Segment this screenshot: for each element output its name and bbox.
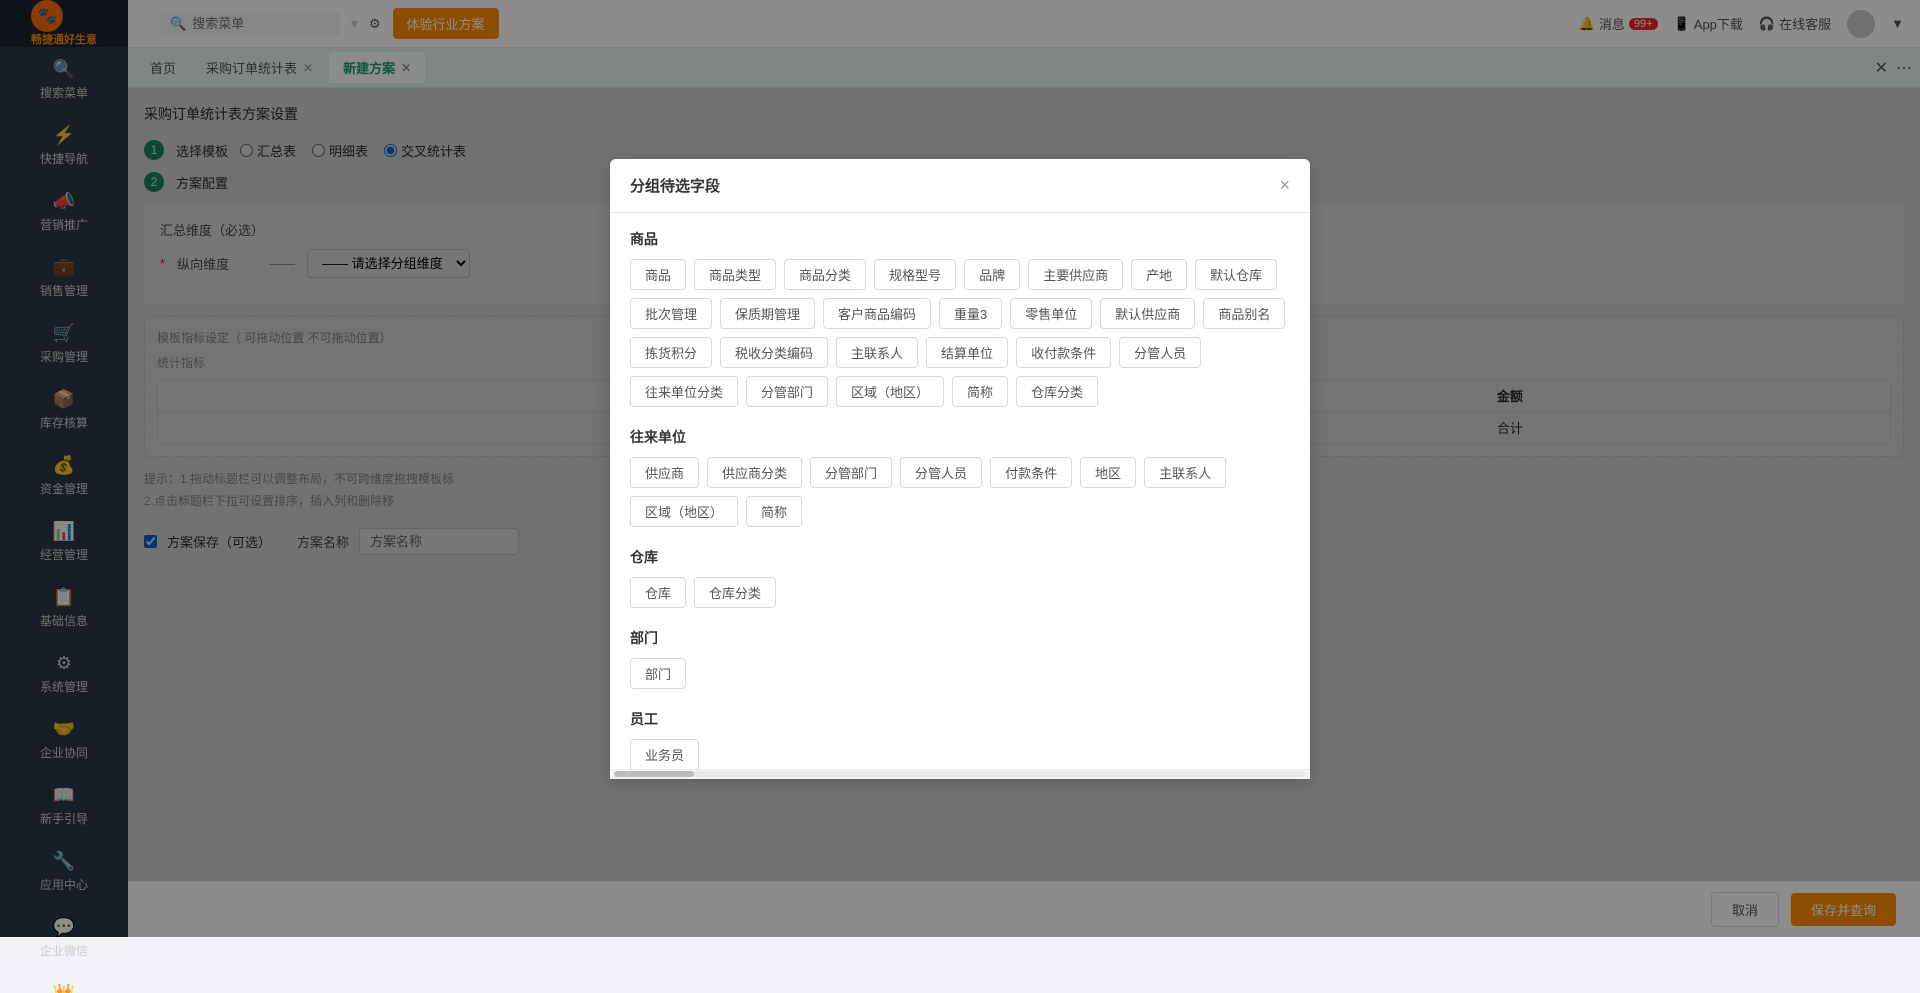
- field-tag-0-18[interactable]: 结算单位: [926, 337, 1008, 368]
- field-tag-0-15[interactable]: 拣货积分: [630, 337, 712, 368]
- field-group-2: 仓库仓库仓库分类: [630, 547, 1290, 608]
- field-tag-0-10[interactable]: 客户商品编码: [823, 298, 931, 329]
- field-tag-1-4[interactable]: 付款条件: [990, 457, 1072, 488]
- field-tags-4: 业务员: [630, 739, 1290, 769]
- hscroll-thumb: [614, 771, 694, 777]
- field-tag-0-9[interactable]: 保质期管理: [720, 298, 815, 329]
- field-tag-0-16[interactable]: 税收分类编码: [720, 337, 828, 368]
- field-tag-0-19[interactable]: 收付款条件: [1016, 337, 1111, 368]
- modal-body[interactable]: 商品商品商品类型商品分类规格型号品牌主要供应商产地默认仓库批次管理保质期管理客户…: [610, 213, 1310, 769]
- field-tags-2: 仓库仓库分类: [630, 577, 1290, 608]
- field-tag-0-17[interactable]: 主联系人: [836, 337, 918, 368]
- field-tag-1-8[interactable]: 简称: [746, 496, 802, 527]
- field-tag-0-24[interactable]: 简称: [952, 376, 1008, 407]
- field-group-title-0: 商品: [630, 229, 1290, 249]
- field-tag-3-0[interactable]: 部门: [630, 658, 686, 689]
- field-tag-0-23[interactable]: 区域（地区）: [836, 376, 944, 407]
- field-group-title-2: 仓库: [630, 547, 1290, 567]
- field-group-title-4: 员工: [630, 709, 1290, 729]
- modal-overlay: 分组待选字段 × 商品商品商品类型商品分类规格型号品牌主要供应商产地默认仓库批次…: [0, 0, 1920, 937]
- field-tag-0-8[interactable]: 批次管理: [630, 298, 712, 329]
- field-group-3: 部门部门: [630, 628, 1290, 689]
- field-tags-0: 商品商品类型商品分类规格型号品牌主要供应商产地默认仓库批次管理保质期管理客户商品…: [630, 259, 1290, 407]
- field-tag-1-6[interactable]: 主联系人: [1144, 457, 1226, 488]
- field-tag-0-11[interactable]: 重量3: [939, 298, 1002, 329]
- field-tag-0-1[interactable]: 商品类型: [694, 259, 776, 290]
- field-tag-1-0[interactable]: 供应商: [630, 457, 699, 488]
- field-group-4: 员工业务员: [630, 709, 1290, 769]
- modal-title: 分组待选字段: [630, 175, 720, 196]
- field-tags-3: 部门: [630, 658, 1290, 689]
- field-tag-0-2[interactable]: 商品分类: [784, 259, 866, 290]
- field-tag-0-25[interactable]: 仓库分类: [1016, 376, 1098, 407]
- modal-header: 分组待选字段 ×: [610, 159, 1310, 213]
- field-tag-1-7[interactable]: 区域（地区）: [630, 496, 738, 527]
- field-tag-0-4[interactable]: 品牌: [964, 259, 1020, 290]
- field-tag-0-6[interactable]: 产地: [1131, 259, 1187, 290]
- field-tag-0-5[interactable]: 主要供应商: [1028, 259, 1123, 290]
- field-tag-1-2[interactable]: 分管部门: [810, 457, 892, 488]
- modal-close-button[interactable]: ×: [1279, 175, 1290, 196]
- field-tag-1-5[interactable]: 地区: [1080, 457, 1136, 488]
- field-tag-0-14[interactable]: 商品别名: [1203, 298, 1285, 329]
- hscroll-track: [614, 771, 1306, 777]
- field-group-0: 商品商品商品类型商品分类规格型号品牌主要供应商产地默认仓库批次管理保质期管理客户…: [630, 229, 1290, 407]
- field-tag-0-12[interactable]: 零售单位: [1010, 298, 1092, 329]
- field-tag-0-3[interactable]: 规格型号: [874, 259, 956, 290]
- field-tag-0-21[interactable]: 往来单位分类: [630, 376, 738, 407]
- modal-hscrollbar[interactable]: [610, 769, 1310, 779]
- field-group-title-1: 往来单位: [630, 427, 1290, 447]
- field-tags-1: 供应商供应商分类分管部门分管人员付款条件地区主联系人区域（地区） 简称: [630, 457, 1290, 527]
- field-tag-0-22[interactable]: 分管部门: [746, 376, 828, 407]
- field-group-1: 往来单位供应商供应商分类分管部门分管人员付款条件地区主联系人区域（地区） 简称: [630, 427, 1290, 527]
- field-tag-2-0[interactable]: 仓库: [630, 577, 686, 608]
- modal: 分组待选字段 × 商品商品商品类型商品分类规格型号品牌主要供应商产地默认仓库批次…: [610, 159, 1310, 779]
- field-tag-2-1[interactable]: 仓库分类: [694, 577, 776, 608]
- field-tag-4-0[interactable]: 业务员: [630, 739, 699, 769]
- field-tag-0-0[interactable]: 商品: [630, 259, 686, 290]
- field-tag-1-1[interactable]: 供应商分类: [707, 457, 802, 488]
- field-group-title-3: 部门: [630, 628, 1290, 648]
- field-tag-0-7[interactable]: 默认仓库: [1195, 259, 1277, 290]
- field-tag-0-20[interactable]: 分管人员: [1119, 337, 1201, 368]
- field-tag-1-3[interactable]: 分管人员: [900, 457, 982, 488]
- field-tag-0-13[interactable]: 默认供应商: [1100, 298, 1195, 329]
